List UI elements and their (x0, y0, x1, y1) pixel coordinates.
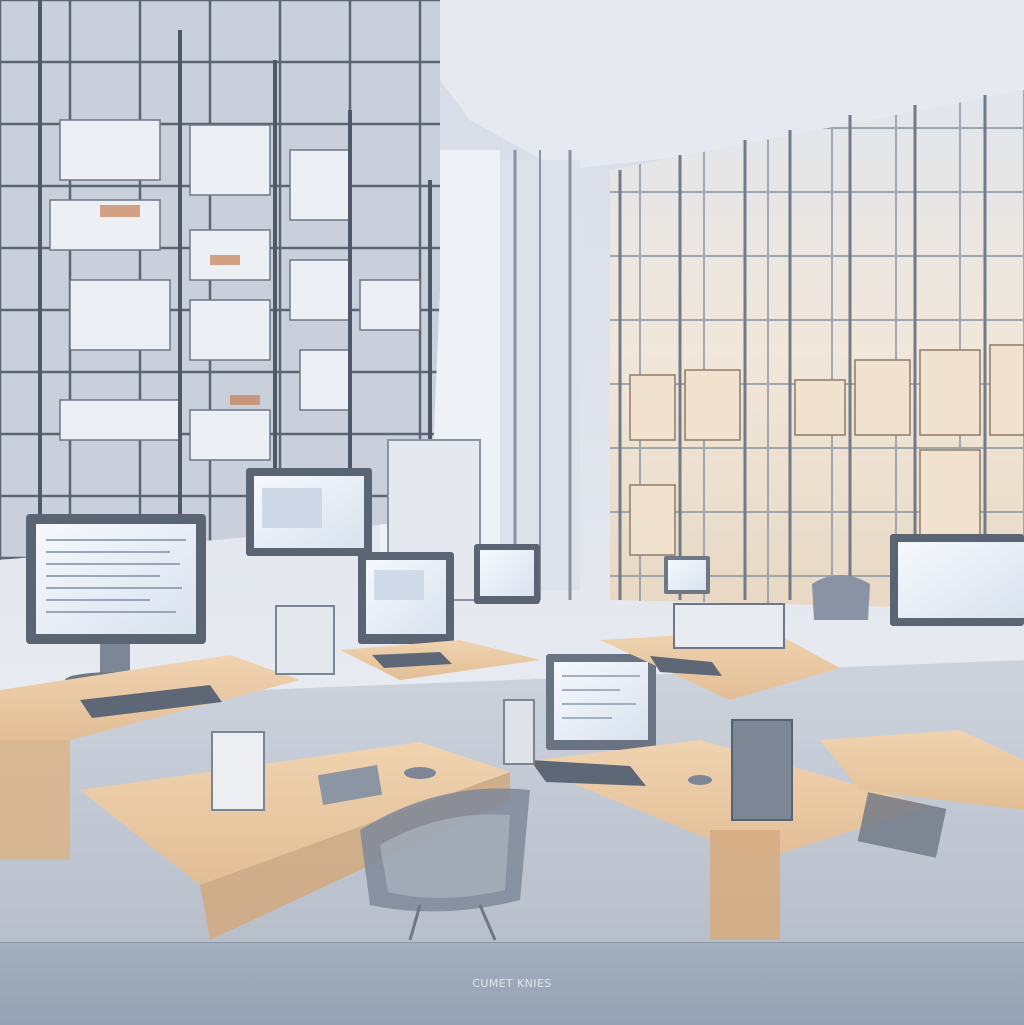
computer-tower (275, 605, 335, 675)
monitor-icon (664, 556, 710, 594)
monitor-icon (358, 552, 454, 644)
printer (673, 603, 785, 649)
mouse (404, 767, 436, 779)
monitor-icon (890, 534, 1024, 626)
office-illustration (0, 0, 1024, 942)
chair-icon (812, 575, 870, 620)
mouse (688, 775, 712, 785)
monitor-icon (246, 468, 372, 556)
monitor-icon (474, 544, 540, 604)
office-scene-svg (0, 0, 1024, 942)
monitor-icon (546, 654, 656, 750)
left-shelving-unit (0, 0, 440, 560)
computer-tower (211, 731, 265, 811)
caption-text: CUMET KNIES (472, 977, 552, 990)
computer-tower (503, 699, 535, 765)
computer-tower (731, 719, 793, 821)
right-shelving-wall (610, 90, 1024, 610)
caption-bar: CUMET KNIES (0, 942, 1024, 1025)
